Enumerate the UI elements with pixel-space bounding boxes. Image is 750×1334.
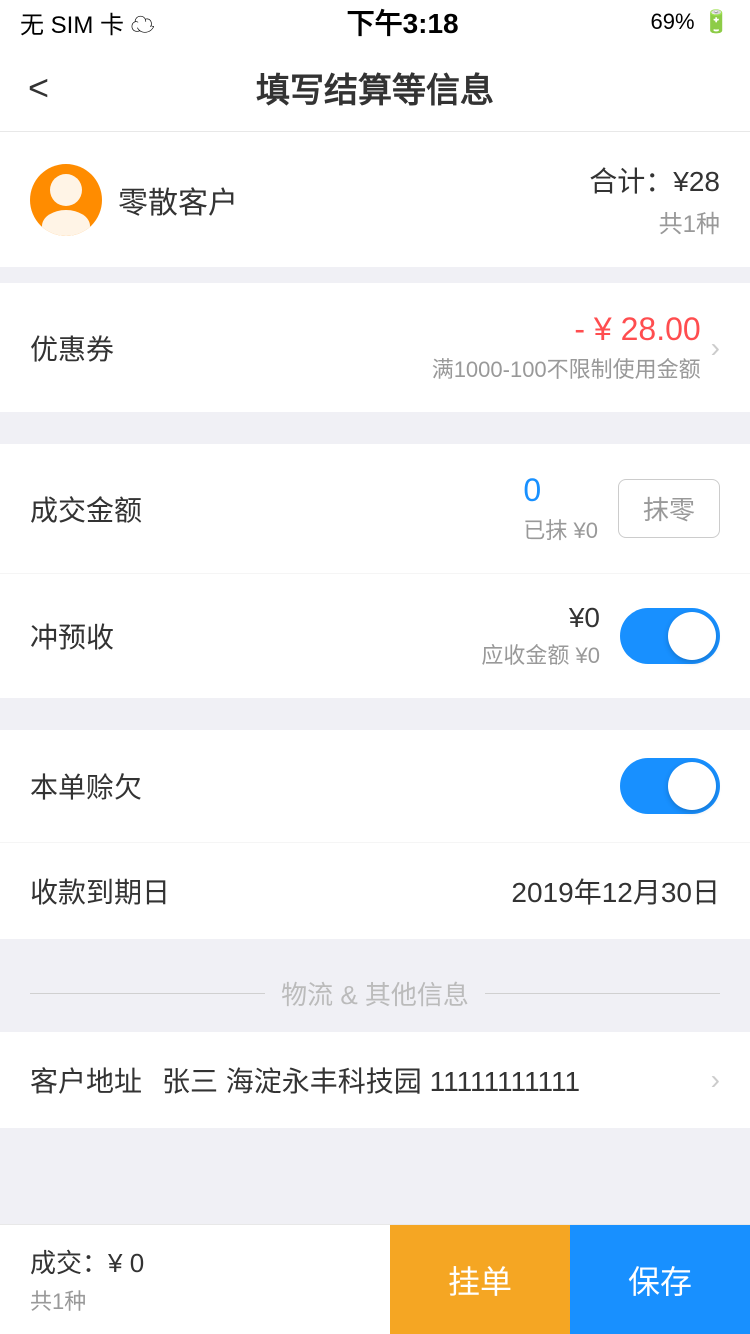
deal-amount-row: 成交金额 0 已抹 ¥0 抹零 xyxy=(0,444,750,574)
pending-button[interactable]: 挂单 xyxy=(390,1225,570,1334)
deal-prefix: 成交： xyxy=(30,1248,108,1278)
deal-amount-right: 0 已抹 ¥0 抹零 xyxy=(523,472,720,545)
customer-name: 零散客户 xyxy=(118,178,238,222)
status-bar-left: 无 SIM 卡 ☁ xyxy=(20,5,155,40)
logistics-divider: 物流 & 其他信息 xyxy=(0,955,750,1032)
debt-row: 本单赊欠 xyxy=(0,730,750,843)
debt-label: 本单赊欠 xyxy=(30,766,142,806)
due-date-row: 收款到期日 2019年12月30日 xyxy=(0,843,750,939)
deal-amount-label: 成交金额 xyxy=(30,489,142,529)
prepayment-row: 冲预收 ¥0 应收金额 ¥0 xyxy=(0,574,750,698)
bottom-bar: 成交：¥ 0 共1种 挂单 保存 xyxy=(0,1224,750,1334)
coupon-label: 优惠券 xyxy=(30,328,114,368)
coupon-amount: - ¥ 28.00 xyxy=(432,311,701,348)
coupon-right: - ¥ 28.00 满1000-100不限制使用金额 › xyxy=(432,311,720,384)
prepayment-value: ¥0 xyxy=(481,602,600,634)
deal-amount-value: 0 xyxy=(523,472,598,509)
coupon-desc: 满1000-100不限制使用金额 xyxy=(432,352,701,384)
status-bar: 无 SIM 卡 ☁ 下午3:18 69% 🔋 xyxy=(0,0,750,44)
address-chevron-icon: › xyxy=(711,1064,720,1096)
coupon-section[interactable]: 优惠券 - ¥ 28.00 满1000-100不限制使用金额 › xyxy=(0,283,750,412)
deal-amount-sub: 已抹 ¥0 xyxy=(523,513,598,545)
prepayment-label: 冲预收 xyxy=(30,616,114,656)
section-divider-1 xyxy=(0,428,750,444)
nav-bar: < 填写结算等信息 xyxy=(0,44,750,132)
bottom-buttons: 挂单 保存 xyxy=(390,1225,750,1334)
debt-toggle[interactable] xyxy=(620,758,720,814)
bottom-deal-label: 成交：¥ 0 xyxy=(30,1243,360,1280)
bottom-count: 共1种 xyxy=(30,1284,360,1316)
prepayment-right: ¥0 应收金额 ¥0 xyxy=(481,602,720,670)
deal-value: ¥ 0 xyxy=(108,1248,144,1278)
customer-count: 共1种 xyxy=(589,204,720,239)
due-date-value: 2019年12月30日 xyxy=(511,871,720,911)
status-bar-time: 下午3:18 xyxy=(347,2,459,42)
coupon-info: - ¥ 28.00 满1000-100不限制使用金额 xyxy=(432,311,701,384)
content-area: 零散客户 合计：¥28 共1种 优惠券 - ¥ 28.00 满1000-100不… xyxy=(0,132,750,1264)
status-bar-right: 69% 🔋 xyxy=(651,9,730,35)
customer-left: 零散客户 xyxy=(30,164,238,236)
page-title: 填写结算等信息 xyxy=(256,63,494,112)
round-zero-button[interactable]: 抹零 xyxy=(618,479,720,538)
customer-total: 合计：¥28 xyxy=(589,160,720,200)
deal-section: 成交金额 0 已抹 ¥0 抹零 冲预收 ¥0 应收金额 ¥0 xyxy=(0,444,750,698)
toggle-knob xyxy=(668,612,716,660)
customer-right: 合计：¥28 共1种 xyxy=(589,160,720,239)
back-button[interactable]: < xyxy=(28,67,49,109)
due-date-label: 收款到期日 xyxy=(30,871,170,911)
bottom-left: 成交：¥ 0 共1种 xyxy=(0,1243,390,1316)
customer-section: 零散客户 合计：¥28 共1种 xyxy=(0,132,750,267)
deal-amount-value-wrapper: 0 已抹 ¥0 xyxy=(523,472,598,545)
section-divider-2 xyxy=(0,714,750,730)
logistics-label: 物流 & 其他信息 xyxy=(281,975,469,1012)
address-value: 张三 海淀永丰科技园 11111111111 xyxy=(162,1060,691,1100)
save-button[interactable]: 保存 xyxy=(570,1225,750,1334)
prepayment-toggle[interactable] xyxy=(620,608,720,664)
customer-avatar xyxy=(30,164,102,236)
address-row: 客户地址 张三 海淀永丰科技园 11111111111 › xyxy=(0,1032,750,1128)
chevron-right-icon: › xyxy=(711,332,720,364)
debt-section: 本单赊欠 收款到期日 2019年12月30日 xyxy=(0,730,750,939)
debt-toggle-knob xyxy=(668,762,716,810)
signal-text: 无 SIM 卡 ☁ xyxy=(20,5,155,40)
address-label: 客户地址 xyxy=(30,1060,142,1100)
prepayment-sub: 应收金额 ¥0 xyxy=(481,638,600,670)
prepayment-value-wrapper: ¥0 应收金额 ¥0 xyxy=(481,602,600,670)
address-section[interactable]: 客户地址 张三 海淀永丰科技园 11111111111 › xyxy=(0,1032,750,1128)
battery-icon: 🔋 xyxy=(703,9,730,35)
battery-text: 69% xyxy=(651,9,695,35)
